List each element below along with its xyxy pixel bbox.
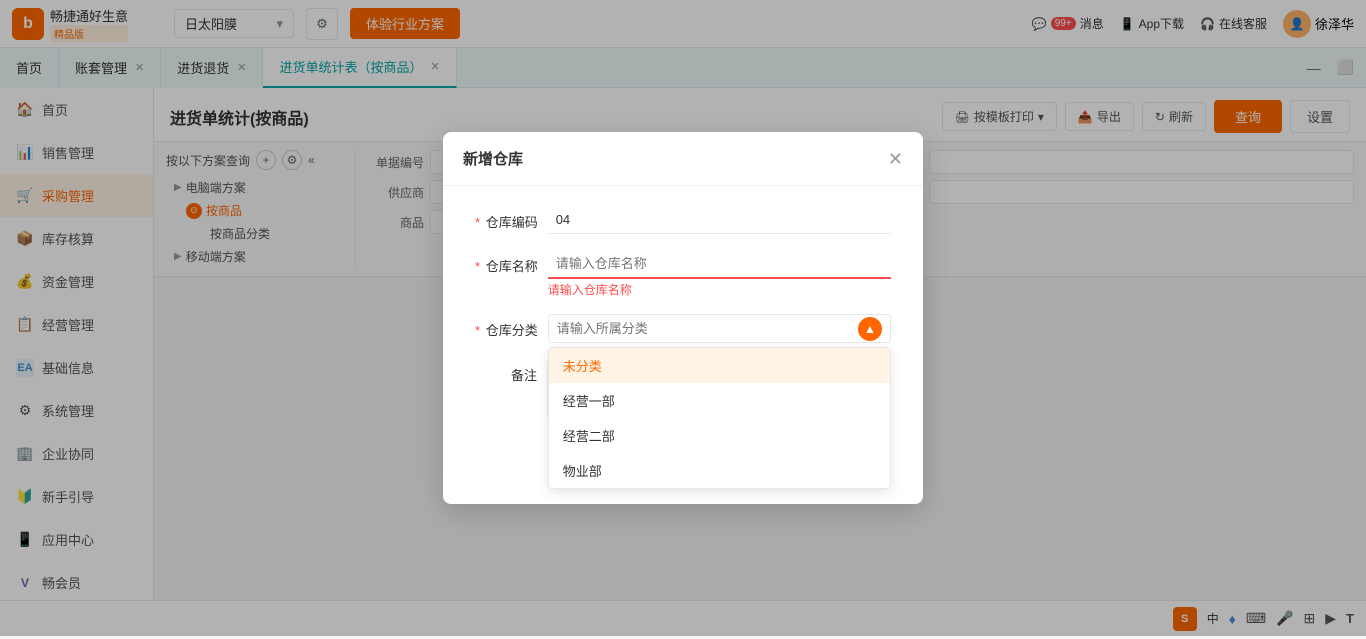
note-label: 备注 <box>475 359 547 384</box>
category-dropdown-list: 未分类 经营一部 经营二部 物业部 <box>548 347 891 489</box>
dropdown-item-dept2[interactable]: 经营二部 <box>549 418 890 453</box>
warehouse-name-input[interactable] <box>548 250 891 279</box>
code-label: * 仓库编码 <box>475 206 548 231</box>
modal-close-button[interactable]: ✕ <box>888 150 903 168</box>
dropdown-item-property[interactable]: 物业部 <box>549 453 890 488</box>
category-label: * 仓库分类 <box>475 314 548 339</box>
form-row-name: * 仓库名称 请输入仓库名称 <box>475 250 891 298</box>
dropdown-item-dept1[interactable]: 经营一部 <box>549 383 890 418</box>
modal-body: * 仓库编码 * 仓库名称 请输入仓库名称 <box>443 186 923 443</box>
category-dropdown-toggle[interactable]: ▲ <box>858 317 882 341</box>
category-input-wrapper: ▲ <box>548 314 891 343</box>
warehouse-code-input[interactable] <box>548 206 891 234</box>
form-row-category: * 仓库分类 ▲ 未分类 经营一部 经营二部 物业部 <box>475 314 891 343</box>
name-label: * 仓库名称 <box>475 250 548 275</box>
modal-header: 新增仓库 ✕ <box>443 132 923 186</box>
form-row-code: * 仓库编码 <box>475 206 891 234</box>
dropdown-item-uncategorized[interactable]: 未分类 <box>549 348 890 383</box>
category-input[interactable] <box>557 315 858 342</box>
name-error-msg: 请输入仓库名称 <box>548 281 891 298</box>
modal-overlay: 新增仓库 ✕ * 仓库编码 * 仓库名称 <box>0 0 1366 636</box>
modal-title: 新增仓库 <box>463 148 523 169</box>
add-warehouse-modal: 新增仓库 ✕ * 仓库编码 * 仓库名称 <box>443 132 923 504</box>
